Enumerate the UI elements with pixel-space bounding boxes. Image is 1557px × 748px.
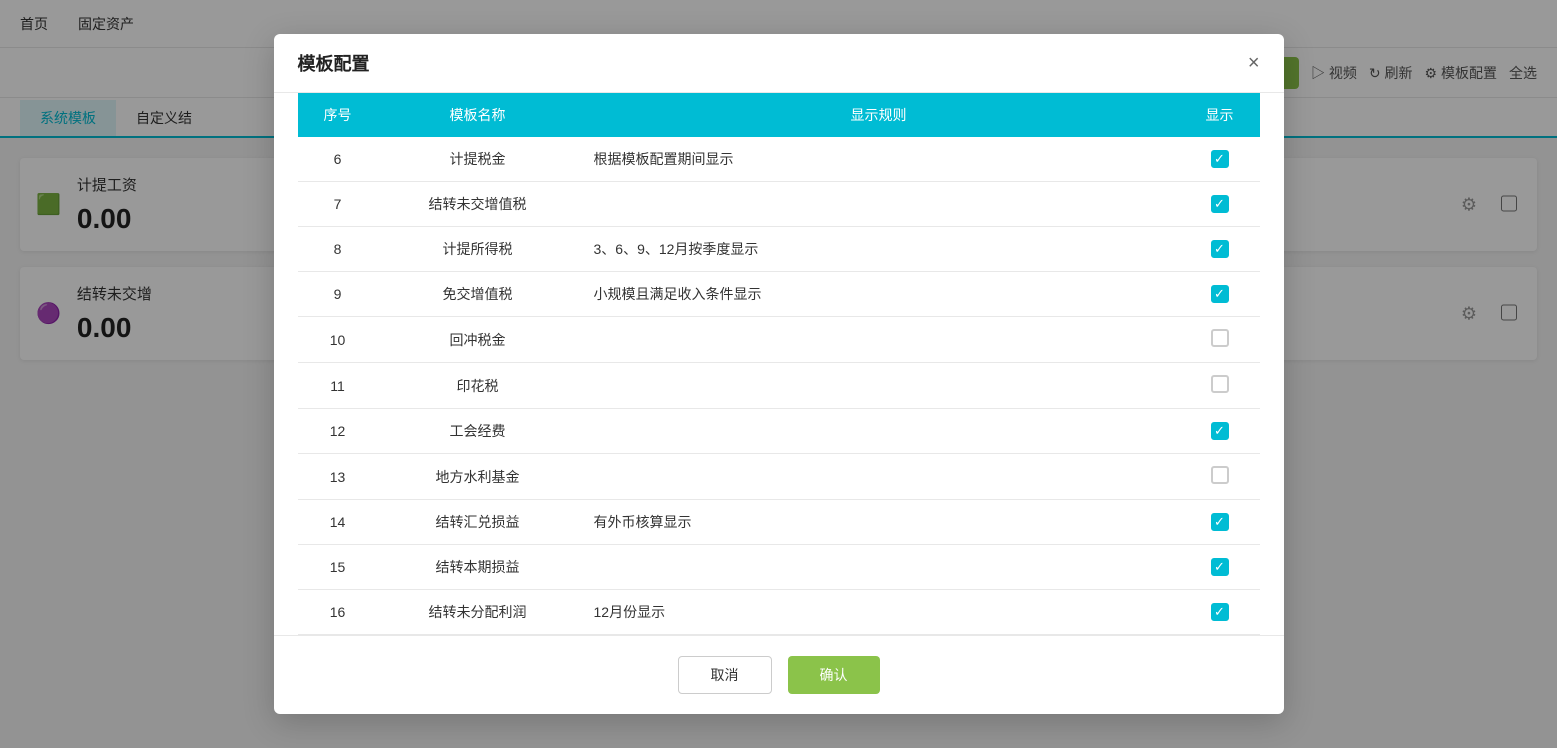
dialog-footer: 取消 确认 bbox=[274, 635, 1284, 714]
table-row: 10回冲税金 bbox=[298, 317, 1260, 363]
cell-checkbox[interactable] bbox=[1180, 363, 1260, 409]
cell-rule bbox=[578, 363, 1180, 409]
table-row: 6计提税金根据模板配置期间显示 ✓ bbox=[298, 137, 1260, 182]
checkbox-7[interactable]: ✓ bbox=[1211, 195, 1229, 213]
table-header-row: 序号 模板名称 显示规则 显示 bbox=[298, 93, 1260, 137]
cell-name: 地方水利基金 bbox=[378, 454, 578, 500]
table-row: 7结转未交增值税 ✓ bbox=[298, 182, 1260, 227]
cell-rule bbox=[578, 182, 1180, 227]
cell-rule bbox=[578, 409, 1180, 454]
cell-name: 计提税金 bbox=[378, 137, 578, 182]
table-row: 14结转汇兑损益有外币核算显示 ✓ bbox=[298, 500, 1260, 545]
cell-seq: 16 bbox=[298, 590, 378, 635]
cancel-button[interactable]: 取消 bbox=[678, 656, 772, 694]
cell-name: 计提所得税 bbox=[378, 227, 578, 272]
cell-seq: 9 bbox=[298, 272, 378, 317]
cell-name: 回冲税金 bbox=[378, 317, 578, 363]
dialog-close-button[interactable]: × bbox=[1248, 53, 1260, 73]
cell-name: 工会经费 bbox=[378, 409, 578, 454]
cell-checkbox[interactable]: ✓ bbox=[1180, 227, 1260, 272]
cell-seq: 13 bbox=[298, 454, 378, 500]
cell-rule: 小规模且满足收入条件显示 bbox=[578, 272, 1180, 317]
cell-checkbox[interactable]: ✓ bbox=[1180, 409, 1260, 454]
checkbox-6[interactable]: ✓ bbox=[1211, 150, 1229, 168]
checkbox-10[interactable] bbox=[1211, 329, 1229, 347]
cell-seq: 7 bbox=[298, 182, 378, 227]
cell-name: 结转未分配利润 bbox=[378, 590, 578, 635]
dialog-title: 模板配置 bbox=[298, 50, 370, 76]
cell-name: 结转汇兑损益 bbox=[378, 500, 578, 545]
cell-rule bbox=[578, 317, 1180, 363]
checkbox-8[interactable]: ✓ bbox=[1211, 240, 1229, 258]
cell-name: 结转本期损益 bbox=[378, 545, 578, 590]
table-row: 13地方水利基金 bbox=[298, 454, 1260, 500]
cell-checkbox[interactable] bbox=[1180, 317, 1260, 363]
table-row: 8计提所得税3、6、9、12月按季度显示 ✓ bbox=[298, 227, 1260, 272]
dialog-body: 序号 模板名称 显示规则 显示 6计提税金根据模板配置期间显示✓7结转未交增值税… bbox=[274, 93, 1284, 635]
cell-rule: 12月份显示 bbox=[578, 590, 1180, 635]
cell-rule bbox=[578, 545, 1180, 590]
cell-rule: 根据模板配置期间显示 bbox=[578, 137, 1180, 182]
table-row: 9免交增值税小规模且满足收入条件显示 ✓ bbox=[298, 272, 1260, 317]
dialog-header: 模板配置 × bbox=[274, 34, 1284, 93]
table-row: 15结转本期损益 ✓ bbox=[298, 545, 1260, 590]
cell-rule: 3、6、9、12月按季度显示 bbox=[578, 227, 1180, 272]
cell-rule: 有外币核算显示 bbox=[578, 500, 1180, 545]
checkbox-9[interactable]: ✓ bbox=[1211, 285, 1229, 303]
confirm-button[interactable]: 确认 bbox=[788, 656, 880, 694]
col-seq: 序号 bbox=[298, 93, 378, 137]
table-row: 12工会经费 ✓ bbox=[298, 409, 1260, 454]
checkbox-12[interactable]: ✓ bbox=[1211, 422, 1229, 440]
modal-overlay: 模板配置 × 序号 模板名称 显示规则 显示 6计提税金根据模板配置期间显示✓7… bbox=[0, 0, 1557, 748]
table-head: 序号 模板名称 显示规则 显示 bbox=[298, 93, 1260, 137]
cell-checkbox[interactable]: ✓ bbox=[1180, 500, 1260, 545]
col-display: 显示 bbox=[1180, 93, 1260, 137]
template-config-dialog: 模板配置 × 序号 模板名称 显示规则 显示 6计提税金根据模板配置期间显示✓7… bbox=[274, 34, 1284, 714]
col-name: 模板名称 bbox=[378, 93, 578, 137]
cell-checkbox[interactable]: ✓ bbox=[1180, 545, 1260, 590]
checkbox-13[interactable] bbox=[1211, 466, 1229, 484]
cell-seq: 14 bbox=[298, 500, 378, 545]
cell-rule bbox=[578, 454, 1180, 500]
checkbox-11[interactable] bbox=[1211, 375, 1229, 393]
checkbox-14[interactable]: ✓ bbox=[1211, 513, 1229, 531]
cell-checkbox[interactable] bbox=[1180, 454, 1260, 500]
col-rule: 显示规则 bbox=[578, 93, 1180, 137]
cell-name: 免交增值税 bbox=[378, 272, 578, 317]
cell-checkbox[interactable]: ✓ bbox=[1180, 272, 1260, 317]
cell-seq: 11 bbox=[298, 363, 378, 409]
cell-seq: 6 bbox=[298, 137, 378, 182]
table-row: 16结转未分配利润12月份显示 ✓ bbox=[298, 590, 1260, 635]
cell-seq: 10 bbox=[298, 317, 378, 363]
table-row: 11印花税 bbox=[298, 363, 1260, 409]
table-body: 6计提税金根据模板配置期间显示✓7结转未交增值税✓8计提所得税3、6、9、12月… bbox=[298, 137, 1260, 635]
cell-checkbox[interactable]: ✓ bbox=[1180, 182, 1260, 227]
cell-checkbox[interactable]: ✓ bbox=[1180, 590, 1260, 635]
cell-name: 印花税 bbox=[378, 363, 578, 409]
cell-name: 结转未交增值税 bbox=[378, 182, 578, 227]
checkbox-15[interactable]: ✓ bbox=[1211, 558, 1229, 576]
cell-checkbox[interactable]: ✓ bbox=[1180, 137, 1260, 182]
checkbox-16[interactable]: ✓ bbox=[1211, 603, 1229, 621]
cell-seq: 15 bbox=[298, 545, 378, 590]
cell-seq: 8 bbox=[298, 227, 378, 272]
cell-seq: 12 bbox=[298, 409, 378, 454]
config-table: 序号 模板名称 显示规则 显示 6计提税金根据模板配置期间显示✓7结转未交增值税… bbox=[298, 93, 1260, 635]
